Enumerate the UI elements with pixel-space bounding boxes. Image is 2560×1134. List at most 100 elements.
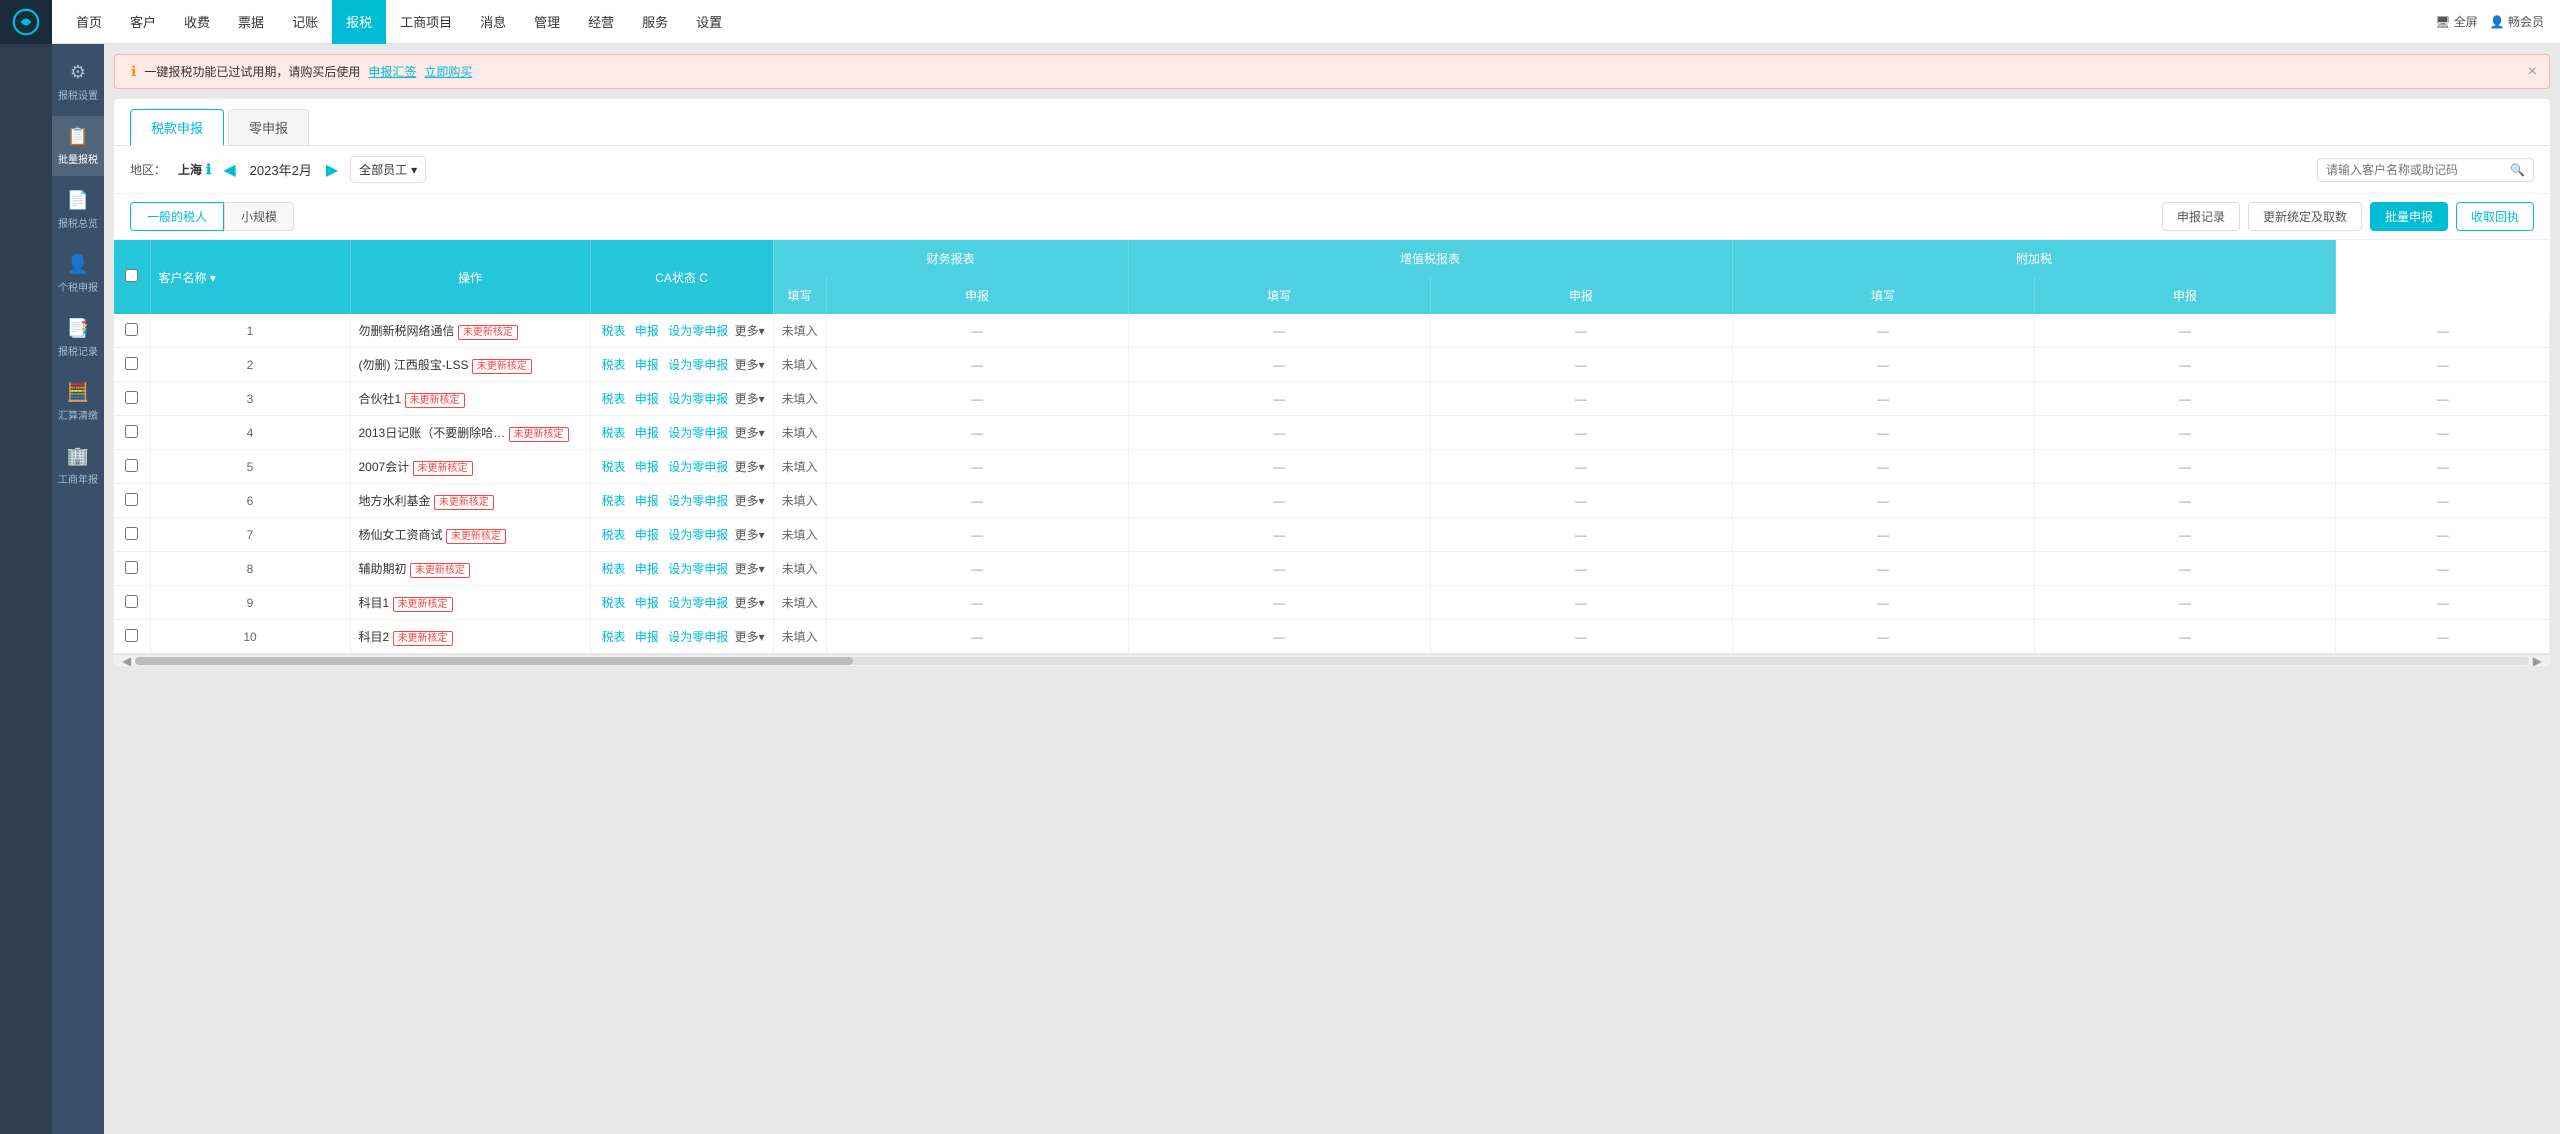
op-link-1[interactable]: 申报 [635,494,659,508]
update-stats-btn[interactable]: 更新统定及取数 [2248,202,2362,231]
op-link-0[interactable]: 税表 [602,358,626,372]
row-checkbox[interactable] [125,493,138,506]
op-link-2[interactable]: 设为零申报 [668,494,728,508]
op-link-1[interactable]: 申报 [635,562,659,576]
prev-month-btn[interactable]: ◀ [223,160,235,180]
op-more-btn[interactable]: 更多▾ [735,562,765,576]
sub-nav-batch-tax[interactable]: 📋 批量报税 [52,116,104,176]
op-link-1[interactable]: 申报 [635,460,659,474]
bottom-scrollbar[interactable]: ◀ ▶ [114,654,2550,666]
op-link-0[interactable]: 税表 [602,596,626,610]
row-add-fill: — [2034,348,2336,382]
op-link-0[interactable]: 税表 [602,630,626,644]
op-link-0[interactable]: 税表 [602,426,626,440]
member-btn[interactable]: 👤 畅会员 [2490,13,2544,30]
row-checkbox[interactable] [125,357,138,370]
row-checkbox[interactable] [125,561,138,574]
op-link-1[interactable]: 申报 [635,596,659,610]
op-link-2[interactable]: 设为零申报 [668,528,728,542]
op-link-0[interactable]: 税表 [602,324,626,338]
search-icon[interactable]: 🔍 [2510,163,2525,177]
th-client-name: 客户名称 ▾ [150,240,350,314]
sub-nav-tax-settings[interactable]: ⚙ 报税设置 [52,52,104,112]
op-link-0[interactable]: 税表 [602,460,626,474]
op-link-0[interactable]: 税表 [602,494,626,508]
tab-tax-declaration[interactable]: 税款申报 [130,109,224,146]
op-link-1[interactable]: 申报 [635,392,659,406]
row-checkbox[interactable] [125,391,138,404]
sub-nav-annual-report[interactable]: 🏢 工商年报 [52,436,104,496]
op-more-btn[interactable]: 更多▾ [735,358,765,372]
tab-general-taxpayer[interactable]: 一般的税人 [130,202,224,231]
row-checkbox[interactable] [125,595,138,608]
retrieve-receipt-btn[interactable]: 收取回执 [2456,202,2534,231]
op-link-1[interactable]: 申报 [635,358,659,372]
op-link-2[interactable]: 设为零申报 [668,630,728,644]
alert-link-buy[interactable]: 立即购买 [424,63,472,80]
dept-selector[interactable]: 全部员工 ▾ [350,156,426,183]
op-link-2[interactable]: 设为零申报 [668,426,728,440]
op-more-btn[interactable]: 更多▾ [735,426,765,440]
op-link-0[interactable]: 税表 [602,562,626,576]
nav-service[interactable]: 服务 [628,0,682,44]
scroll-left-btn[interactable]: ◀ [118,654,135,667]
op-more-btn[interactable]: 更多▾ [735,528,765,542]
nav-settings[interactable]: 设置 [682,0,736,44]
op-link-1[interactable]: 申报 [635,528,659,542]
row-checkbox[interactable] [125,629,138,642]
row-add-fill: — [2034,382,2336,416]
alert-close-btn[interactable]: × [2528,63,2537,81]
op-more-btn[interactable]: 更多▾ [735,460,765,474]
nav-bookkeeping[interactable]: 记账 [278,0,332,44]
tab-zero-declaration[interactable]: 零申报 [228,109,309,145]
sub-nav-settlement[interactable]: 🧮 汇算清缴 [52,372,104,432]
nav-message[interactable]: 消息 [466,0,520,44]
op-link-1[interactable]: 申报 [635,426,659,440]
op-link-2[interactable]: 设为零申报 [668,460,728,474]
op-more-btn[interactable]: 更多▾ [735,494,765,508]
nav-client[interactable]: 客户 [116,0,170,44]
nav-operation[interactable]: 经营 [574,0,628,44]
op-link-0[interactable]: 税表 [602,392,626,406]
nav-home[interactable]: 首页 [62,0,116,44]
batch-declare-btn[interactable]: 批量申报 [2370,202,2448,231]
nav-invoice[interactable]: 票据 [224,0,278,44]
search-input[interactable] [2326,163,2506,177]
op-link-2[interactable]: 设为零申报 [668,358,728,372]
scroll-right-btn[interactable]: ▶ [2529,654,2546,667]
op-link-1[interactable]: 申报 [635,630,659,644]
sub-nav-tax-overview[interactable]: 📄 报税总览 [52,180,104,240]
row-operations: 税表 申报 设为零申报 更多▾ [590,552,773,586]
row-checkbox-cell [114,620,150,654]
op-more-btn[interactable]: 更多▾ [735,596,765,610]
op-link-0[interactable]: 税表 [602,528,626,542]
row-checkbox[interactable] [125,425,138,438]
op-link-2[interactable]: 设为零申报 [668,562,728,576]
declaration-record-btn[interactable]: 申报记录 [2162,202,2240,231]
op-link-2[interactable]: 设为零申报 [668,324,728,338]
row-checkbox[interactable] [125,323,138,336]
select-all-checkbox[interactable] [125,269,138,282]
nav-tax[interactable]: 报税 [332,0,386,44]
row-num: 7 [150,518,350,552]
nav-billing[interactable]: 收费 [170,0,224,44]
table-row: 5 2007会计 未更新核定 税表 申报 设为零申报 更多▾ 未填入 — — —… [114,450,2550,484]
op-link-2[interactable]: 设为零申报 [668,596,728,610]
fullscreen-btn[interactable]: 🖥 全屏 [2435,13,2478,30]
tab-small-scale[interactable]: 小规模 [224,202,294,231]
scrollbar-track[interactable] [135,657,2529,665]
sub-nav-personal-tax[interactable]: 👤 个税申报 [52,244,104,304]
alert-link-declaration[interactable]: 申报汇签 [368,63,416,80]
nav-management[interactable]: 管理 [520,0,574,44]
tax-settings-icon: ⚙ [70,62,86,83]
op-link-1[interactable]: 申报 [635,324,659,338]
sub-nav-tax-records[interactable]: 📑 报税记录 [52,308,104,368]
next-month-btn[interactable]: ▶ [326,160,338,180]
op-more-btn[interactable]: 更多▾ [735,630,765,644]
op-more-btn[interactable]: 更多▾ [735,324,765,338]
nav-industrial[interactable]: 工商项目 [386,0,466,44]
op-link-2[interactable]: 设为零申报 [668,392,728,406]
op-more-btn[interactable]: 更多▾ [735,392,765,406]
row-checkbox[interactable] [125,527,138,540]
row-checkbox[interactable] [125,459,138,472]
